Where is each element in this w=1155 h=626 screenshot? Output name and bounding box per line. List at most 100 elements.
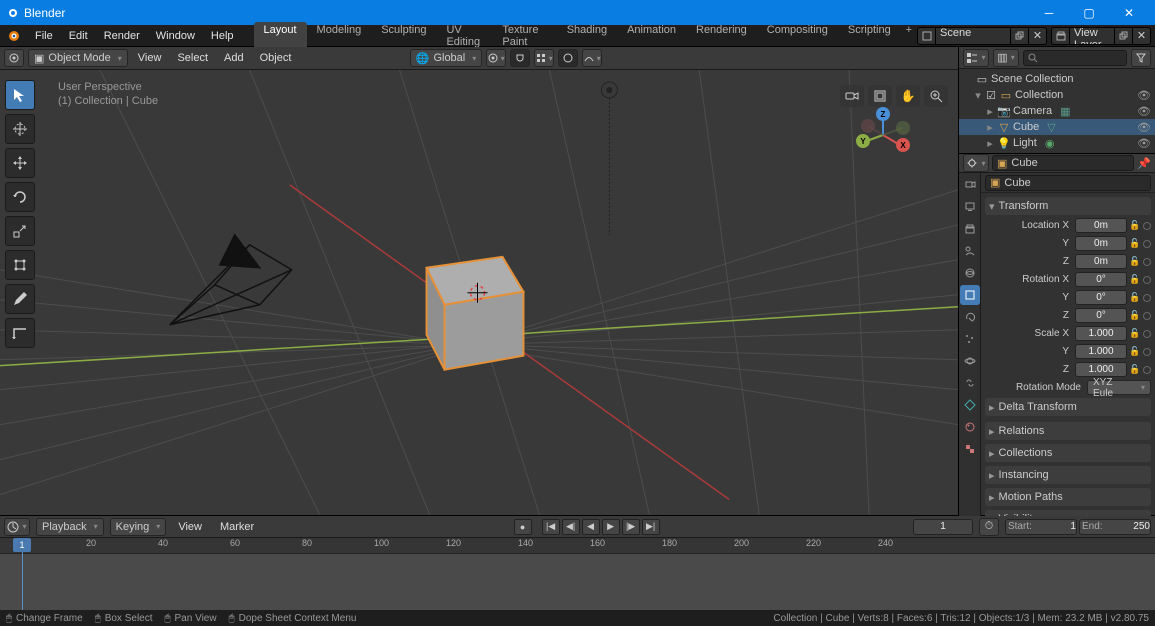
tab-world[interactable] bbox=[960, 263, 980, 283]
dopesheet-editor-type[interactable] bbox=[4, 518, 30, 536]
tab-uv[interactable]: UV Editing bbox=[436, 22, 492, 50]
menu-edit[interactable]: Edit bbox=[61, 25, 96, 47]
loc-x-field[interactable]: 0m bbox=[1075, 218, 1127, 233]
menu-object[interactable]: Object bbox=[254, 52, 298, 64]
gizmo-z-axis[interactable]: Z bbox=[876, 107, 890, 121]
gizmo-neg-x[interactable] bbox=[861, 119, 875, 133]
gizmo-y-axis[interactable]: Y bbox=[856, 134, 870, 148]
playhead[interactable]: 1 bbox=[22, 538, 23, 610]
tab-mesh-data[interactable] bbox=[960, 395, 980, 415]
rot-z-field[interactable]: 0° bbox=[1075, 308, 1127, 323]
blender-logo-icon[interactable] bbox=[5, 27, 22, 45]
current-frame-field[interactable]: 1 bbox=[913, 519, 973, 535]
tree-scene-collection[interactable]: ▭ Scene Collection bbox=[959, 71, 1155, 87]
playback-dropdown[interactable]: Playback bbox=[36, 518, 104, 536]
tool-cursor[interactable] bbox=[5, 114, 35, 144]
tool-select-box[interactable] bbox=[5, 80, 35, 110]
loc-y-field[interactable]: 0m bbox=[1075, 236, 1127, 251]
dopesheet-track[interactable]: 20 40 60 80 100 120 140 160 180 200 220 … bbox=[0, 538, 1155, 610]
tool-transform[interactable] bbox=[5, 250, 35, 280]
play-reverse-button[interactable]: ◀ bbox=[582, 519, 600, 535]
view3d-viewport[interactable]: User Perspective (1) Collection | Cube ◑… bbox=[0, 70, 958, 515]
tool-measure[interactable] bbox=[5, 318, 35, 348]
tool-rotate[interactable] bbox=[5, 182, 35, 212]
viewlayer-new-button[interactable] bbox=[1114, 27, 1132, 45]
keyframe-dot[interactable] bbox=[1143, 258, 1151, 266]
lock-icon[interactable]: 🔓 bbox=[1129, 238, 1141, 250]
rotmode-dropdown[interactable]: XYZ Eule bbox=[1087, 380, 1151, 395]
disclose-icon[interactable]: ▸ bbox=[985, 121, 995, 134]
collections-panel-header[interactable]: ▸Collections bbox=[985, 444, 1151, 462]
orientation-dropdown[interactable]: 🌐 Global bbox=[410, 49, 483, 67]
outliner-display-mode[interactable]: ▥ bbox=[993, 49, 1019, 67]
tree-cube[interactable]: ▸ ▽ Cube ▽ 👁 bbox=[959, 119, 1155, 135]
zoom-view-button[interactable] bbox=[924, 85, 948, 107]
tab-scripting[interactable]: Scripting bbox=[838, 22, 901, 50]
tab-particles[interactable] bbox=[960, 329, 980, 349]
snap-toggle[interactable] bbox=[510, 49, 530, 67]
tab-output[interactable] bbox=[960, 197, 980, 217]
cube-object[interactable] bbox=[427, 257, 524, 370]
lock-icon[interactable]: 🔓 bbox=[1129, 310, 1141, 322]
tab-material[interactable] bbox=[960, 417, 980, 437]
disclose-icon[interactable]: ▸ bbox=[985, 137, 995, 150]
tree-light[interactable]: ▸ 💡 Light ◉ 👁 bbox=[959, 135, 1155, 151]
keyframe-dot[interactable] bbox=[1143, 348, 1151, 356]
rot-y-field[interactable]: 0° bbox=[1075, 290, 1127, 305]
delta-panel-header[interactable]: ▸Delta Transform bbox=[985, 398, 1151, 416]
pivot-point-dropdown[interactable] bbox=[486, 49, 506, 67]
scene-delete-button[interactable]: ✕ bbox=[1028, 27, 1046, 45]
snap-type-dropdown[interactable] bbox=[534, 49, 554, 67]
gizmo-x-axis[interactable]: X bbox=[896, 138, 910, 152]
play-button[interactable]: ▶ bbox=[602, 519, 620, 535]
tab-modifiers[interactable] bbox=[960, 307, 980, 327]
preview-range-toggle[interactable]: ⏱ bbox=[979, 518, 999, 536]
keyframe-dot[interactable] bbox=[1143, 294, 1151, 302]
tree-camera[interactable]: ▸ 📷 Camera ▦ 👁 bbox=[959, 103, 1155, 119]
outliner-editor-type[interactable] bbox=[963, 49, 989, 67]
minimize-button[interactable]: ─ bbox=[1029, 0, 1069, 25]
menu-view[interactable]: View bbox=[132, 52, 168, 64]
keyframe-dot[interactable] bbox=[1143, 312, 1151, 320]
keyframe-dot[interactable] bbox=[1143, 276, 1151, 284]
disclose-icon[interactable]: ▾ bbox=[973, 89, 983, 102]
pin-icon[interactable]: 📌 bbox=[1137, 157, 1151, 170]
disclose-icon[interactable]: ▸ bbox=[985, 105, 995, 118]
editor-type-selector[interactable] bbox=[4, 49, 24, 67]
rot-x-field[interactable]: 0° bbox=[1075, 272, 1127, 287]
motion-panel-header[interactable]: ▸Motion Paths bbox=[985, 488, 1151, 506]
mode-dropdown[interactable]: ▣ Object Mode bbox=[28, 49, 128, 67]
menu-help[interactable]: Help bbox=[203, 25, 242, 47]
visibility-toggle[interactable]: 👁 bbox=[1137, 89, 1151, 102]
proportional-edit-toggle[interactable] bbox=[558, 49, 578, 67]
menu-render[interactable]: Render bbox=[96, 25, 148, 47]
autokey-toggle[interactable]: ● bbox=[514, 519, 532, 535]
tab-layout[interactable]: Layout bbox=[254, 22, 307, 50]
next-keyframe-button[interactable]: |▶ bbox=[622, 519, 640, 535]
tab-add-button[interactable]: + bbox=[901, 22, 917, 50]
keyframe-dot[interactable] bbox=[1143, 330, 1151, 338]
menu-add[interactable]: Add bbox=[218, 52, 250, 64]
tab-compositing[interactable]: Compositing bbox=[757, 22, 838, 50]
scene-selector[interactable]: Scene ✕ bbox=[917, 27, 1047, 45]
tab-physics[interactable] bbox=[960, 351, 980, 371]
relations-panel-header[interactable]: ▸Relations bbox=[985, 422, 1151, 440]
transform-panel-header[interactable]: ▾ Transform bbox=[985, 197, 1151, 215]
menu-window[interactable]: Window bbox=[148, 25, 203, 47]
scl-z-field[interactable]: 1.000 bbox=[1075, 362, 1127, 377]
end-frame-field[interactable]: End:250 bbox=[1079, 519, 1151, 535]
jump-end-button[interactable]: ▶| bbox=[642, 519, 660, 535]
visibility-toggle[interactable]: 👁 bbox=[1137, 121, 1151, 134]
menu-dope-view[interactable]: View bbox=[172, 521, 208, 533]
close-button[interactable]: ✕ bbox=[1109, 0, 1149, 25]
tool-annotate[interactable] bbox=[5, 284, 35, 314]
lock-icon[interactable]: 🔓 bbox=[1129, 256, 1141, 268]
lock-icon[interactable]: 🔓 bbox=[1129, 328, 1141, 340]
menu-file[interactable]: File bbox=[27, 25, 61, 47]
perspective-toggle[interactable] bbox=[868, 85, 892, 107]
loc-z-field[interactable]: 0m bbox=[1075, 254, 1127, 269]
jump-start-button[interactable]: |◀ bbox=[542, 519, 560, 535]
tree-collection[interactable]: ▾ ☑ ▭ Collection 👁 bbox=[959, 87, 1155, 103]
tab-animation[interactable]: Animation bbox=[617, 22, 686, 50]
light-object[interactable] bbox=[601, 82, 617, 235]
